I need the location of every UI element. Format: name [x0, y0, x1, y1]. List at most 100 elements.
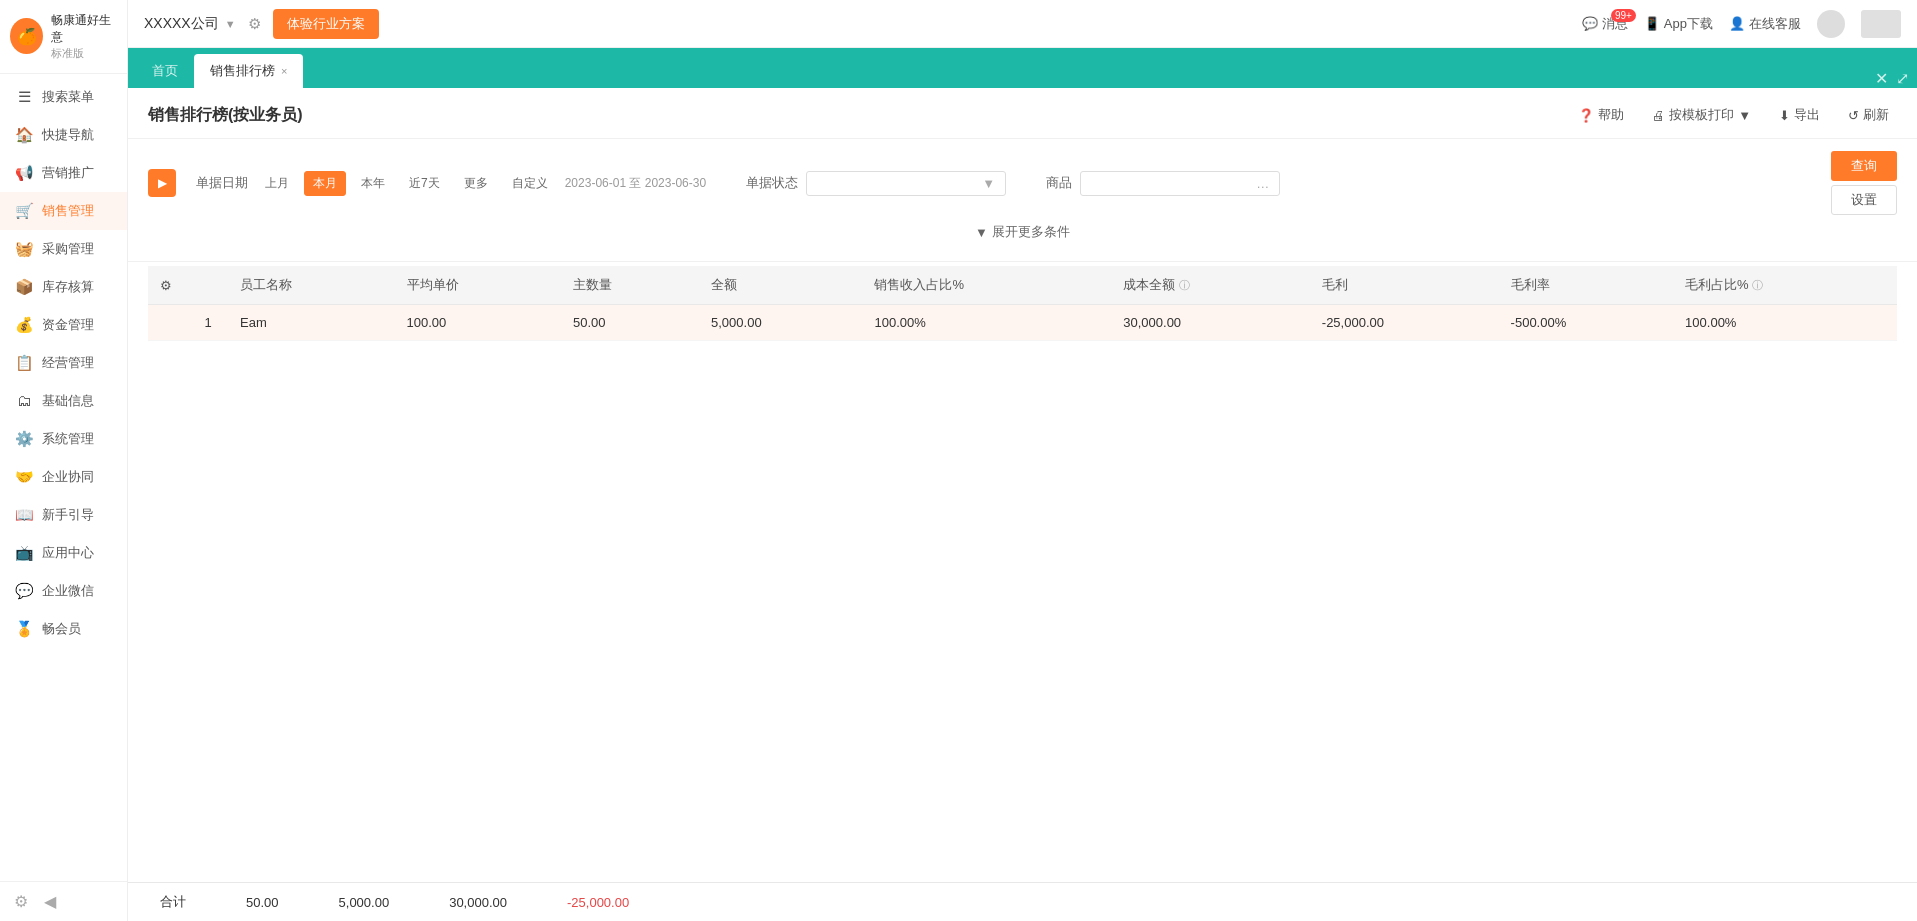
app-center-icon: 📺 [14, 544, 34, 562]
sidebar-nav: ☰ 搜索菜单 🏠 快捷导航 📢 营销推广 🛒 销售管理 🧺 采购管理 📦 库存核… [0, 74, 127, 881]
message-badge: 99+ [1611, 9, 1636, 22]
app-download-label: App下载 [1664, 15, 1713, 33]
table-row: 1 Eam 100.00 50.00 5,000.00 100.00% 30,0… [148, 305, 1897, 341]
sidebar-label-member: 畅会员 [42, 620, 81, 638]
query-button[interactable]: 查询 [1831, 151, 1897, 181]
sidebar: 🍊 畅康通好生意 标准版 ☰ 搜索菜单 🏠 快捷导航 📢 营销推广 🛒 销售管理… [0, 0, 128, 921]
tab-bar-expand-icon[interactable]: ⤢ [1896, 69, 1909, 88]
date-btn-custom[interactable]: 自定义 [503, 171, 557, 196]
sidebar-label-quick-nav: 快捷导航 [42, 126, 94, 144]
sidebar-label-beginner: 新手引导 [42, 506, 94, 524]
app-sub: 标准版 [51, 46, 117, 61]
sidebar-label-operations: 经营管理 [42, 354, 94, 372]
date-btn-7days[interactable]: 近7天 [400, 171, 449, 196]
tab-sales-ranking[interactable]: 销售排行榜 × [194, 54, 303, 88]
col-settings[interactable]: ⚙ [148, 266, 188, 305]
date-btn-this-year[interactable]: 本年 [352, 171, 394, 196]
status-select-value [817, 176, 821, 191]
help-button[interactable]: ❓ 帮助 [1570, 102, 1632, 128]
page-title: 销售排行榜(按业务员) [148, 105, 303, 126]
footer-total-label: 合计 [160, 893, 186, 911]
page-actions: ❓ 帮助 🖨 按模板打印 ▼ ⬇ 导出 ↺ 刷新 [1570, 102, 1897, 128]
row-amount: 5,000.00 [699, 305, 862, 341]
filter-area: ▶ 单据日期 上月 本月 本年 近7天 更多 自定义 2023-06-01 至 … [128, 139, 1917, 262]
status-filter: 单据状态 ▼ [746, 171, 1006, 196]
system-icon: ⚙️ [14, 430, 34, 448]
export-button[interactable]: ⬇ 导出 [1771, 102, 1828, 128]
industry-button[interactable]: 体验行业方案 [273, 9, 379, 39]
tab-close-icon[interactable]: × [281, 65, 287, 77]
col-gross-pct: 毛利占比% ⓘ [1673, 266, 1897, 305]
sidebar-label-purchase: 采购管理 [42, 240, 94, 258]
expand-more-conditions[interactable]: ▼ 展开更多条件 [148, 215, 1897, 249]
row-rank: 1 [188, 305, 228, 341]
sidebar-label-finance: 资金管理 [42, 316, 94, 334]
online-service-item[interactable]: 👤 在线客服 [1729, 15, 1801, 33]
user-avatar[interactable] [1817, 10, 1845, 38]
sidebar-label-app-center: 应用中心 [42, 544, 94, 562]
col-rank [188, 266, 228, 305]
user-name-placeholder [1861, 10, 1901, 38]
status-filter-label: 单据状态 [746, 174, 798, 192]
date-btn-more[interactable]: 更多 [455, 171, 497, 196]
sidebar-item-system[interactable]: ⚙️ 系统管理 [0, 420, 127, 458]
date-btn-this-month[interactable]: 本月 [304, 171, 346, 196]
tab-bar: 首页 销售排行榜 × ✕ ⤢ [128, 48, 1917, 88]
refresh-button[interactable]: ↺ 刷新 [1840, 102, 1897, 128]
tab-bar-close-icon[interactable]: ✕ [1875, 69, 1888, 88]
status-select[interactable]: ▼ [806, 171, 1006, 196]
sidebar-label-inventory: 库存核算 [42, 278, 94, 296]
sidebar-item-operations[interactable]: 📋 经营管理 [0, 344, 127, 382]
sidebar-item-quick-nav[interactable]: 🏠 快捷导航 [0, 116, 127, 154]
cost-info-icon: ⓘ [1179, 279, 1190, 291]
sidebar-item-member[interactable]: 🏅 畅会员 [0, 610, 127, 648]
sidebar-item-wechat[interactable]: 💬 企业微信 [0, 572, 127, 610]
status-select-arrow: ▼ [982, 176, 995, 191]
sidebar-item-beginner[interactable]: 📖 新手引导 [0, 496, 127, 534]
sidebar-item-finance[interactable]: 💰 资金管理 [0, 306, 127, 344]
company-name: XXXXX公司 [144, 15, 219, 33]
sidebar-item-inventory[interactable]: 📦 库存核算 [0, 268, 127, 306]
goods-filter-label: 商品 [1046, 174, 1072, 192]
template-print-button[interactable]: 🖨 按模板打印 ▼ [1644, 102, 1759, 128]
action-buttons: 查询 设置 [1831, 151, 1897, 215]
settings-icon[interactable]: ⚙ [248, 15, 261, 33]
company-dropdown-icon: ▼ [225, 18, 236, 30]
collapse-sidebar-icon[interactable]: ◀ [44, 892, 56, 911]
sidebar-item-sales[interactable]: 🛒 销售管理 [0, 192, 127, 230]
sidebar-item-basic-info[interactable]: 🗂 基础信息 [0, 382, 127, 420]
tab-home[interactable]: 首页 [136, 54, 194, 88]
goods-select-value [1091, 176, 1095, 191]
goods-select[interactable]: … [1080, 171, 1280, 196]
table-area: ⚙ 员工名称 平均单价 主数量 全额 销售收入占比% 成本全额 ⓘ 毛利 毛利率… [128, 266, 1917, 341]
tab-home-label: 首页 [152, 62, 178, 80]
message-item[interactable]: 💬 消息 99+ [1582, 15, 1628, 33]
date-range-display: 2023-06-01 至 2023-06-30 [565, 175, 706, 192]
sidebar-item-marketing[interactable]: 📢 营销推广 [0, 154, 127, 192]
sidebar-item-app-center[interactable]: 📺 应用中心 [0, 534, 127, 572]
goods-select-arrow: … [1256, 176, 1269, 191]
date-btn-last-month[interactable]: 上月 [256, 171, 298, 196]
settings-button[interactable]: 设置 [1831, 185, 1897, 215]
filter-row: ▶ 单据日期 上月 本月 本年 近7天 更多 自定义 2023-06-01 至 … [148, 151, 1897, 215]
sidebar-item-purchase[interactable]: 🧺 采购管理 [0, 230, 127, 268]
purchase-icon: 🧺 [14, 240, 34, 258]
quick-nav-icon: 🏠 [14, 126, 34, 144]
print-icon: 🖨 [1652, 108, 1665, 123]
settings-bottom-icon[interactable]: ⚙ [14, 892, 28, 911]
top-header: XXXXX公司 ▼ ⚙ 体验行业方案 💬 消息 99+ 📱 App下载 👤 在线… [128, 0, 1917, 48]
col-sales-pct: 销售收入占比% [862, 266, 1111, 305]
app-download-item[interactable]: 📱 App下载 [1644, 15, 1713, 33]
data-table: ⚙ 员工名称 平均单价 主数量 全额 销售收入占比% 成本全额 ⓘ 毛利 毛利率… [148, 266, 1897, 341]
sidebar-logo: 🍊 畅康通好生意 标准版 [0, 0, 127, 74]
app-logo-icon: 🍊 [10, 18, 43, 54]
sidebar-label-enterprise-collab: 企业协同 [42, 468, 94, 486]
company-selector[interactable]: XXXXX公司 ▼ [144, 15, 236, 33]
sidebar-item-enterprise-collab[interactable]: 🤝 企业协同 [0, 458, 127, 496]
col-avg-price: 平均单价 [395, 266, 562, 305]
row-gross: -25,000.00 [1310, 305, 1499, 341]
col-quantity: 主数量 [561, 266, 699, 305]
col-amount: 全额 [699, 266, 862, 305]
expand-filter-button[interactable]: ▶ [148, 169, 176, 197]
sidebar-item-search-order[interactable]: ☰ 搜索菜单 [0, 78, 127, 116]
